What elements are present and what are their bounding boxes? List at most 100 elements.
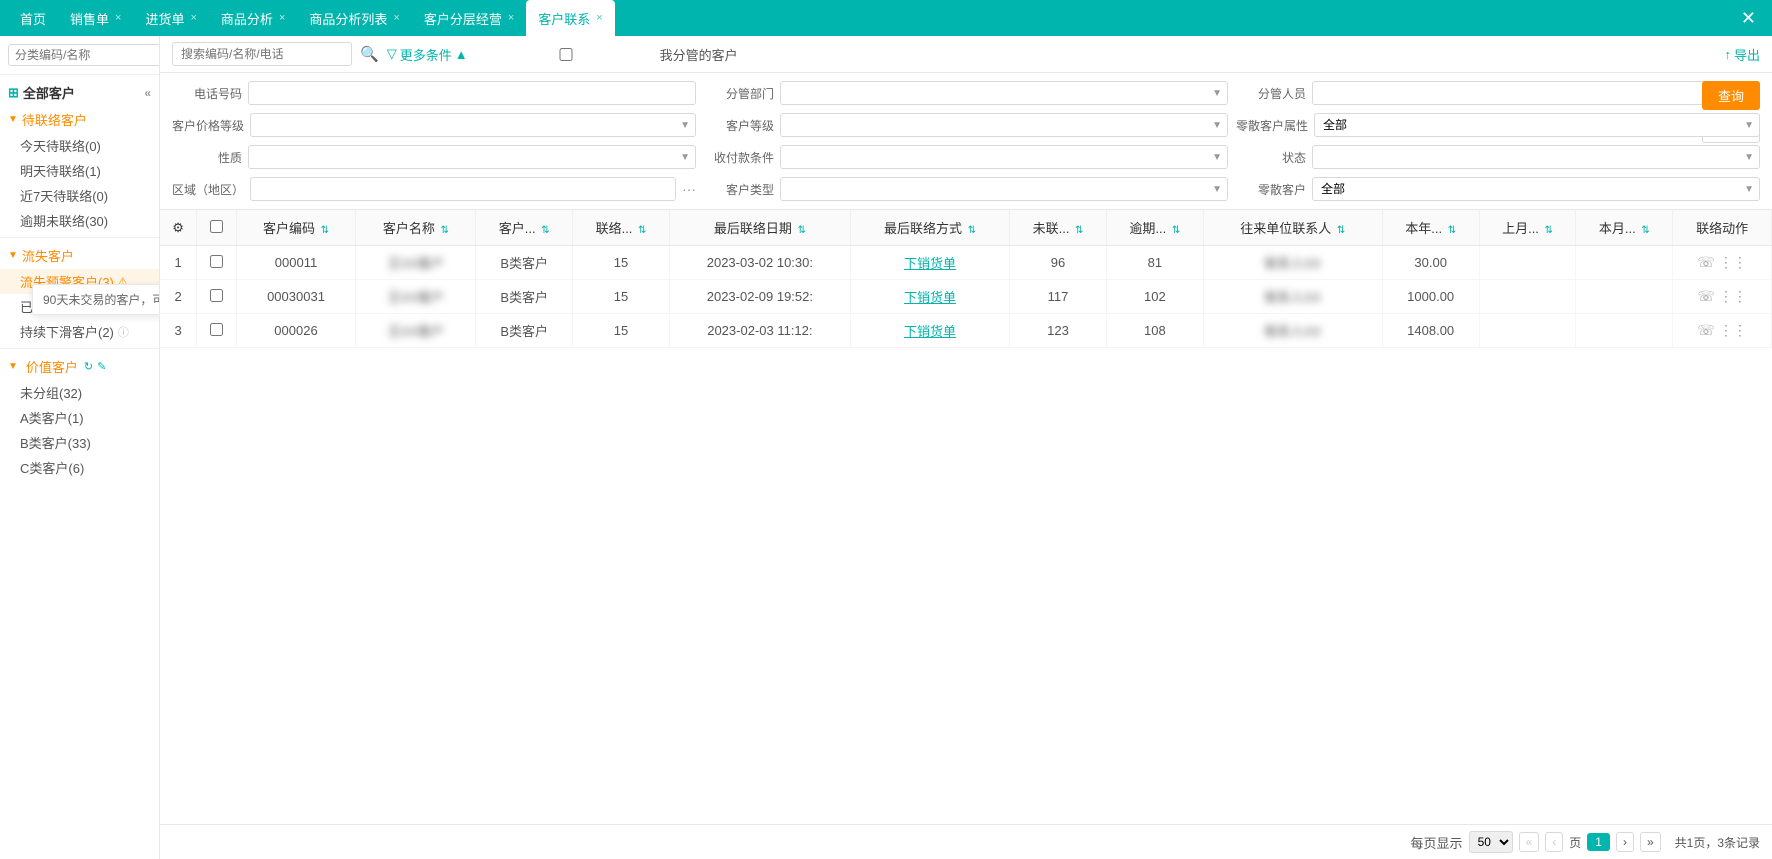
customer-level-select[interactable] [780, 113, 1228, 137]
value-refresh-icon[interactable]: ↻ [84, 360, 93, 373]
value-edit-icon[interactable]: ✎ [97, 360, 106, 373]
nav-tab-purchase[interactable]: 进货单 × [133, 0, 208, 36]
row-checkbox[interactable] [197, 314, 236, 348]
row-not-contacted: 123 [1010, 314, 1107, 348]
more-filter-button[interactable]: ▽ 更多条件 ▲ [387, 45, 468, 64]
sidebar-item-declining[interactable]: 持续下滑客户(2) ⓘ [0, 319, 159, 344]
sidebar-group-churn[interactable]: ▼ 流失客户 [0, 242, 159, 269]
close-purchase-tab[interactable]: × [190, 12, 196, 24]
row-current-year: 1000.00 [1382, 280, 1479, 314]
person-input[interactable] [1312, 81, 1740, 105]
query-button[interactable]: 查询 [1702, 81, 1760, 110]
sidebar-search-input[interactable] [8, 44, 160, 66]
export-button[interactable]: ↑ 导出 [1724, 45, 1760, 64]
row-code: 00030031 [236, 280, 356, 314]
close-analysis-list-tab[interactable]: × [393, 12, 399, 24]
sidebar-item-class-b[interactable]: B类客户(33) [0, 430, 159, 455]
row-checkbox[interactable] [197, 280, 236, 314]
row-contact: 15 [573, 246, 670, 280]
close-customer-layer-tab[interactable]: × [508, 12, 514, 24]
status-select[interactable] [1312, 145, 1760, 169]
top-nav: 首页 销售单 × 进货单 × 商品分析 × 商品分析列表 × 客户分层经营 × … [0, 0, 1772, 36]
nav-tab-customer-layer[interactable]: 客户分层经营 × [412, 0, 526, 36]
sidebar-item-ungroup[interactable]: 未分组(32) [0, 380, 159, 405]
price-level-select[interactable] [250, 113, 696, 137]
sidebar-collapse-btn[interactable]: « [144, 86, 151, 100]
customer-type-select[interactable] [780, 177, 1228, 201]
per-page-label: 每页显示 [1411, 833, 1463, 852]
window-close-button[interactable]: ✕ [1733, 8, 1764, 29]
sidebar-item-class-c[interactable]: C类客户(6) [0, 455, 159, 480]
nav-tab-sales[interactable]: 销售单 × [58, 0, 133, 36]
search-input[interactable] [172, 42, 352, 66]
filter-row-zero-customer: 零散客户 全部 ▼ [1236, 177, 1760, 201]
col-current-year[interactable]: 本年... ⇅ [1382, 210, 1479, 246]
last-page-button[interactable]: » [1640, 832, 1661, 852]
col-overdue[interactable]: 逾期... ⇅ [1106, 210, 1203, 246]
sidebar-group-pending[interactable]: ▼ 待联络客户 [0, 106, 159, 133]
row-contact: 15 [573, 314, 670, 348]
close-sales-tab[interactable]: × [115, 12, 121, 24]
page-size-select[interactable]: 50 [1469, 831, 1513, 853]
col-settings[interactable]: ⚙ [160, 210, 197, 246]
col-not-contacted[interactable]: 未联... ⇅ [1010, 210, 1107, 246]
my-customer-checkbox-label[interactable]: 我分管的客户 [476, 45, 738, 64]
dept-select[interactable] [780, 81, 1228, 105]
sidebar-item-overdue[interactable]: 逾期未联络(30) [0, 208, 159, 233]
sidebar-item-tomorrow[interactable]: 明天待联络(1) [0, 158, 159, 183]
action-phone-icon[interactable]: ☏ [1697, 288, 1715, 305]
search-button[interactable]: 🔍 [360, 45, 379, 63]
col-checkbox [197, 210, 236, 246]
sidebar-item-class-a[interactable]: A类客户(1) [0, 405, 159, 430]
col-unit-contact[interactable]: 往来单位联系人 ⇅ [1203, 210, 1382, 246]
prev-page-button[interactable]: ‹ [1545, 832, 1563, 852]
my-customer-checkbox[interactable] [476, 48, 656, 61]
nav-tab-analysis[interactable]: 商品分析 × [209, 0, 297, 36]
action-phone-icon[interactable]: ☏ [1697, 322, 1715, 339]
first-page-button[interactable]: « [1519, 832, 1540, 852]
col-last-date[interactable]: 最后联络日期 ⇅ [669, 210, 850, 246]
action-more-icon[interactable]: ⋮⋮ [1719, 254, 1747, 271]
col-last-month[interactable]: 上月... ⇅ [1479, 210, 1576, 246]
col-last-method[interactable]: 最后联络方式 ⇅ [850, 210, 1009, 246]
close-analysis-tab[interactable]: × [279, 12, 285, 24]
region-more-icon[interactable]: ··· [682, 181, 696, 197]
row-last-method[interactable]: 下销货单 [850, 246, 1009, 280]
row-actions: ☏ ⋮⋮ [1673, 314, 1772, 348]
nav-tab-analysis-list[interactable]: 商品分析列表 × [297, 0, 411, 36]
nav-home[interactable]: 首页 [8, 0, 58, 36]
col-current-month[interactable]: 本月... ⇅ [1576, 210, 1673, 246]
zero-attr-select[interactable]: 全部 [1314, 113, 1760, 137]
row-last-month [1479, 246, 1576, 280]
filter-row-status: 状态 ▼ [1236, 145, 1760, 169]
action-phone-icon[interactable]: ☏ [1697, 254, 1715, 271]
row-unit-contact: 联系人XX [1203, 246, 1382, 280]
action-more-icon[interactable]: ⋮⋮ [1719, 288, 1747, 305]
phone-input[interactable] [248, 81, 696, 105]
sidebar-item-today[interactable]: 今天待联络(0) [0, 133, 159, 158]
row-last-method[interactable]: 下销货单 [850, 314, 1009, 348]
payment-select[interactable] [780, 145, 1228, 169]
zero-customer-select[interactable]: 全部 [1312, 177, 1760, 201]
select-all-checkbox[interactable] [210, 220, 223, 233]
col-name[interactable]: 客户名称 ⇅ [356, 210, 476, 246]
region-input[interactable] [250, 177, 676, 201]
row-last-method[interactable]: 下销货单 [850, 280, 1009, 314]
col-contact[interactable]: 联络... ⇅ [573, 210, 670, 246]
row-name: 王XX客户 [356, 246, 476, 280]
nav-tab-customer-contact[interactable]: 客户联系 × [526, 0, 614, 36]
sidebar-all-customers[interactable]: ⊞ 全部客户 « [0, 75, 159, 106]
col-code[interactable]: 客户编码 ⇅ [236, 210, 356, 246]
sidebar-group-value[interactable]: ▼ 价值客户 ↻ ✎ [0, 353, 159, 380]
filter-row-payment: 收付款条件 ▼ [704, 145, 1228, 169]
next-page-button[interactable]: › [1616, 832, 1634, 852]
sidebar-item-week[interactable]: 近7天待联络(0) [0, 183, 159, 208]
col-type[interactable]: 客户... ⇅ [476, 210, 573, 246]
nature-select[interactable] [248, 145, 696, 169]
row-checkbox[interactable] [197, 246, 236, 280]
row-type: B类客户 [476, 314, 573, 348]
close-customer-contact-tab[interactable]: × [596, 12, 602, 24]
action-more-icon[interactable]: ⋮⋮ [1719, 322, 1747, 339]
name-sort-icon: ⇅ [440, 225, 448, 236]
churn-tooltip: 90天未交易的客户，可能有流失风险。 [32, 284, 160, 315]
